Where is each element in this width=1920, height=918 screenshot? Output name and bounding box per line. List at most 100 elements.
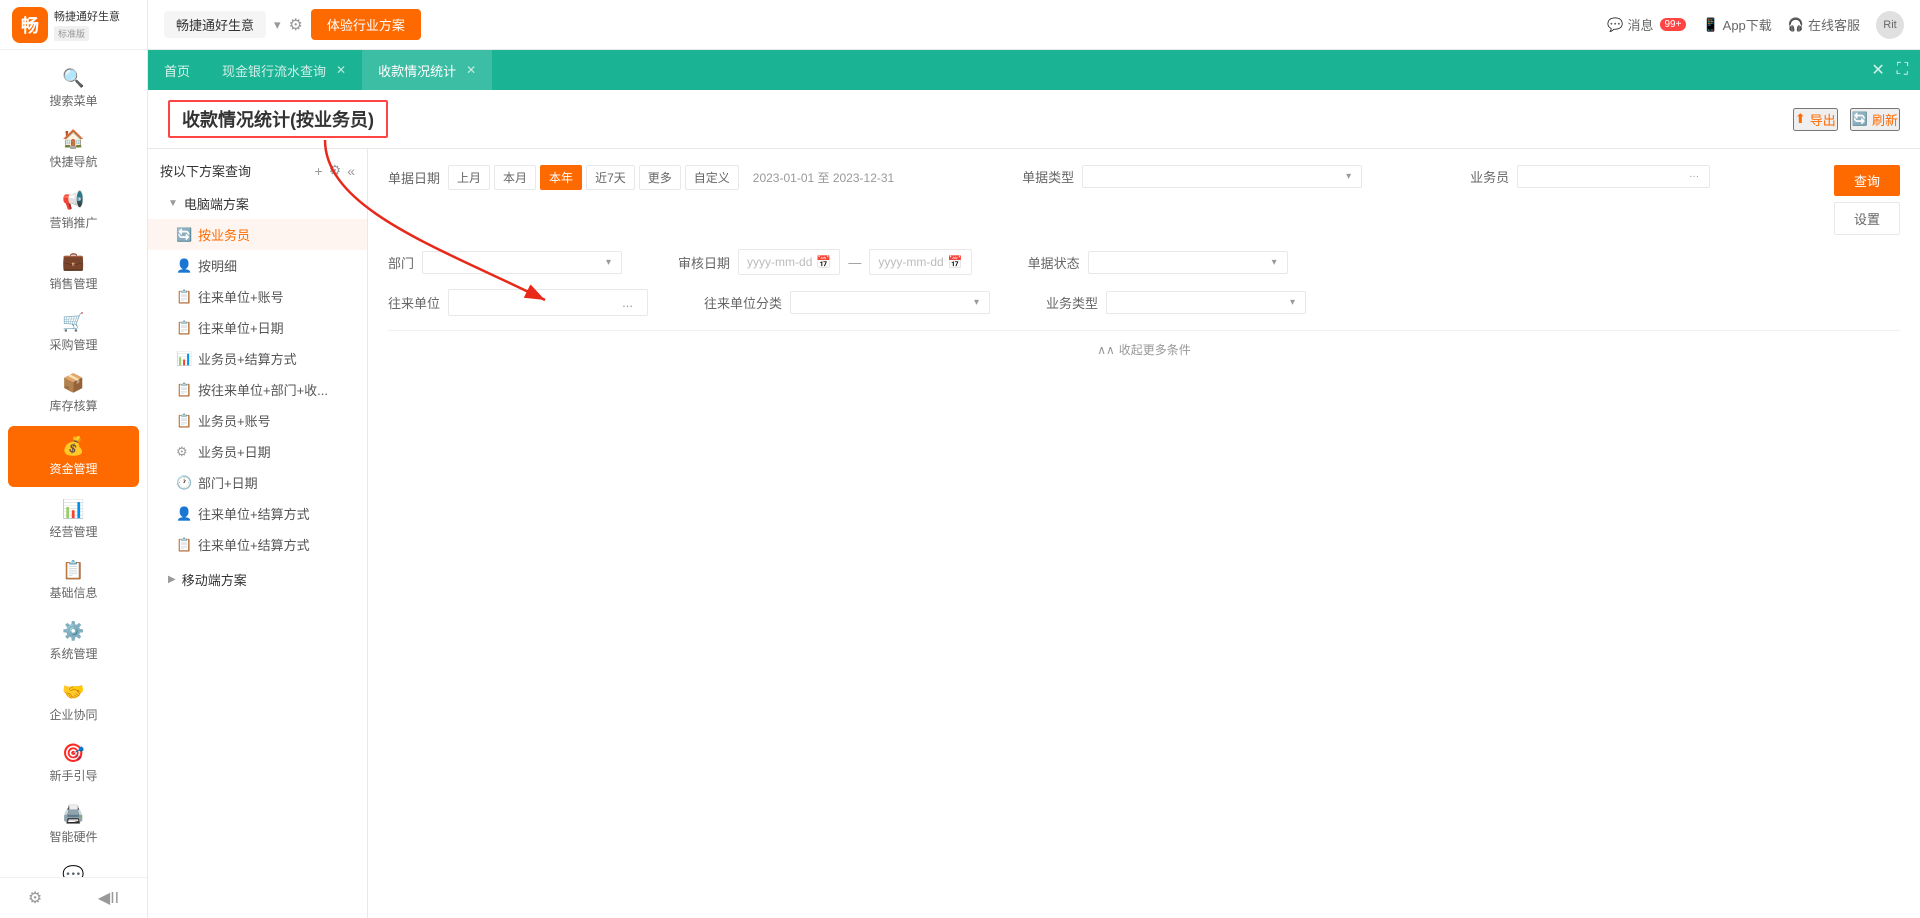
export-btn[interactable]: ⬆ 导出 [1793,108,1838,131]
tab-bank-flow-close[interactable]: ✕ [336,63,346,77]
doc-status-select[interactable]: ▾ [1088,251,1288,274]
scheme-item-by-salesman[interactable]: 🔄 按业务员 [148,219,367,250]
counterpart-cat-select[interactable]: ▾ [790,291,990,314]
scheme-item-icon-4: 📊 [176,351,192,367]
review-date-label: 审核日期 [678,253,730,272]
trial-btn[interactable]: 体验行业方案 [311,9,421,40]
scheme-item-dept-date[interactable]: 🕐 部门+日期 [148,467,367,498]
system-icon: ⚙️ [62,621,84,642]
settings-btn[interactable]: 设置 [1834,202,1900,235]
date-btn-more[interactable]: 更多 [639,165,681,190]
collapse-bar: ∧∧ 收起更多条件 [388,330,1900,368]
export-icon: ⬆ [1795,111,1806,127]
refresh-icon: 🔄 [1852,111,1868,127]
wechat-icon: 💬 [62,865,84,877]
scheme-item-unit-date[interactable]: 📋 往来单位+日期 [148,312,367,343]
sidebar-item-hardware[interactable]: 🖨️ 智能硬件 [0,794,147,855]
scheme-item-icon-7: ⚙ [176,444,192,460]
scheme-item-unit-settle1[interactable]: 👤 往来单位+结算方式 [148,498,367,529]
refresh-btn[interactable]: 🔄 刷新 [1850,108,1900,131]
marketing-icon: 📢 [62,190,84,211]
scheme-settings-icon[interactable]: ⚙ [329,162,342,179]
sidebar-item-operation[interactable]: 📊 经营管理 [0,489,147,550]
counterpart-select[interactable]: ... [448,289,648,316]
review-date-start[interactable]: yyyy-mm-dd 📅 [738,249,840,275]
message-center[interactable]: 💬 消息 99+ [1607,15,1686,34]
scheme-item-salesman-account[interactable]: 📋 业务员+账号 [148,405,367,436]
sidebar-item-corp[interactable]: 🤝 企业协同 [0,672,147,733]
sidebar-item-wechat[interactable]: 💬 企业微信 [0,855,147,877]
user-avatar[interactable]: Rit [1876,11,1904,39]
dept-select[interactable]: ▾ [422,251,622,274]
sidebar-item-sales[interactable]: 💼 销售管理 [0,241,147,302]
app-logo-icon: 畅 [12,7,48,43]
header-settings-icon[interactable]: ⚙ [289,15,303,35]
scheme-item-salesman-settle[interactable]: 📊 业务员+结算方式 [148,343,367,374]
sidebar-nav: 🔍 搜索菜单 🏠 快捷导航 📢 营销推广 💼 销售管理 🛒 采购管理 📦 库存核… [0,50,147,877]
counterpart-dots[interactable]: ... [618,295,637,310]
collapse-btn[interactable]: ∧∧ 收起更多条件 [388,341,1900,358]
scheme-header-actions: + ⚙ « [314,162,355,179]
scheme-item-icon-6: 📋 [176,413,192,429]
date-btn-group: 上月 本月 本年 近7天 更多 自定义 [448,165,739,190]
purchase-icon: 🛒 [62,312,84,333]
scheme-item-unit-settle2[interactable]: 📋 往来单位+结算方式 [148,529,367,560]
business-type-select[interactable]: ▾ [1106,291,1306,314]
header-dropdown-icon[interactable]: ▾ [274,17,281,33]
filter-business-type-item: 业务类型 ▾ [1046,291,1900,314]
date-btn-last-month[interactable]: 上月 [448,165,490,190]
sidebar-item-marketing[interactable]: 📢 营销推广 [0,180,147,241]
tab-close-all-icon[interactable]: ✕ [1871,60,1884,80]
scheme-item-by-detail[interactable]: 👤 按明细 [148,250,367,281]
salesman-select[interactable]: ··· [1517,165,1710,188]
date-btn-custom[interactable]: 自定义 [685,165,739,190]
page-actions: ⬆ 导出 🔄 刷新 [1793,108,1900,131]
sidebar-item-finance[interactable]: 💰 资金管理 [8,426,139,487]
scheme-item-icon-5: 📋 [176,382,192,398]
header-breadcrumb: 畅捷通好生意 [164,11,266,38]
scheme-mobile-header[interactable]: ▶ 移动端方案 [148,564,367,595]
online-service[interactable]: 🎧 在线客服 [1788,15,1860,34]
review-date-end[interactable]: yyyy-mm-dd 📅 [869,249,971,275]
scheme-group-desktop: ▼ 电脑端方案 🔄 按业务员 👤 按明细 📋 往来单位+账号 📋 往 [148,188,367,560]
app-download[interactable]: 📱 App下载 [1702,15,1771,34]
scheme-panel: 按以下方案查询 + ⚙ « ▼ 电脑端方案 🔄 按业务员 👤 [148,149,368,918]
tab-collection-stats-close[interactable]: ✕ [466,63,476,77]
scheme-item-salesman-date[interactable]: ⚙ 业务员+日期 [148,436,367,467]
operation-icon: 📊 [62,499,84,520]
scheme-group-mobile: ▶ 移动端方案 [148,564,367,595]
date-btn-this-year[interactable]: 本年 [540,165,582,190]
sidebar-item-purchase[interactable]: 🛒 采购管理 [0,302,147,363]
scheme-add-icon[interactable]: + [314,163,322,179]
sidebar-item-system[interactable]: ⚙️ 系统管理 [0,611,147,672]
sidebar-item-basic[interactable]: 📋 基础信息 [0,550,147,611]
tab-collection-stats[interactable]: 收款情况统计 ✕ [362,50,492,90]
sidebar-item-quicknav[interactable]: 🏠 快捷导航 [0,119,147,180]
query-btn[interactable]: 查询 [1834,165,1900,196]
sidebar-settings-icon[interactable]: ⚙ [28,888,42,908]
tab-bank-flow[interactable]: 现金银行流水查询 ✕ [206,50,362,90]
filter-date-item: 单据日期 上月 本月 本年 近7天 更多 自定义 [388,165,739,190]
business-type-arrow: ▾ [1290,297,1295,308]
sidebar-item-guide[interactable]: 🎯 新手引导 [0,733,147,794]
sidebar-item-inventory[interactable]: 📦 库存核算 [0,363,147,424]
message-icon: 💬 [1607,17,1623,33]
tab-home[interactable]: 首页 [148,50,206,90]
scheme-collapse-icon[interactable]: « [347,163,355,179]
counterpart-label: 往来单位 [388,293,440,312]
inventory-icon: 📦 [62,373,84,394]
tab-maximize-icon[interactable]: ⛶ [1897,61,1908,79]
doc-type-select[interactable]: ▾ [1082,165,1362,188]
sidebar-item-search[interactable]: 🔍 搜索菜单 [0,58,147,119]
date-btn-this-month[interactable]: 本月 [494,165,536,190]
date-btn-7days[interactable]: 近7天 [586,165,635,190]
calendar-icon-start: 📅 [816,255,831,269]
dept-label: 部门 [388,253,414,272]
sidebar-collapse-icon[interactable]: ◀II [98,888,119,908]
scheme-desktop-header[interactable]: ▼ 电脑端方案 [148,188,367,219]
tab-bar-right: ✕ ⛶ [1871,50,1920,90]
scheme-item-unit-account[interactable]: 📋 往来单位+账号 [148,281,367,312]
counterpart-cat-label: 往来单位分类 [704,293,782,312]
app-name: 畅捷通好生意 [54,8,120,24]
scheme-item-unit-dept[interactable]: 📋 按往来单位+部门+收... [148,374,367,405]
